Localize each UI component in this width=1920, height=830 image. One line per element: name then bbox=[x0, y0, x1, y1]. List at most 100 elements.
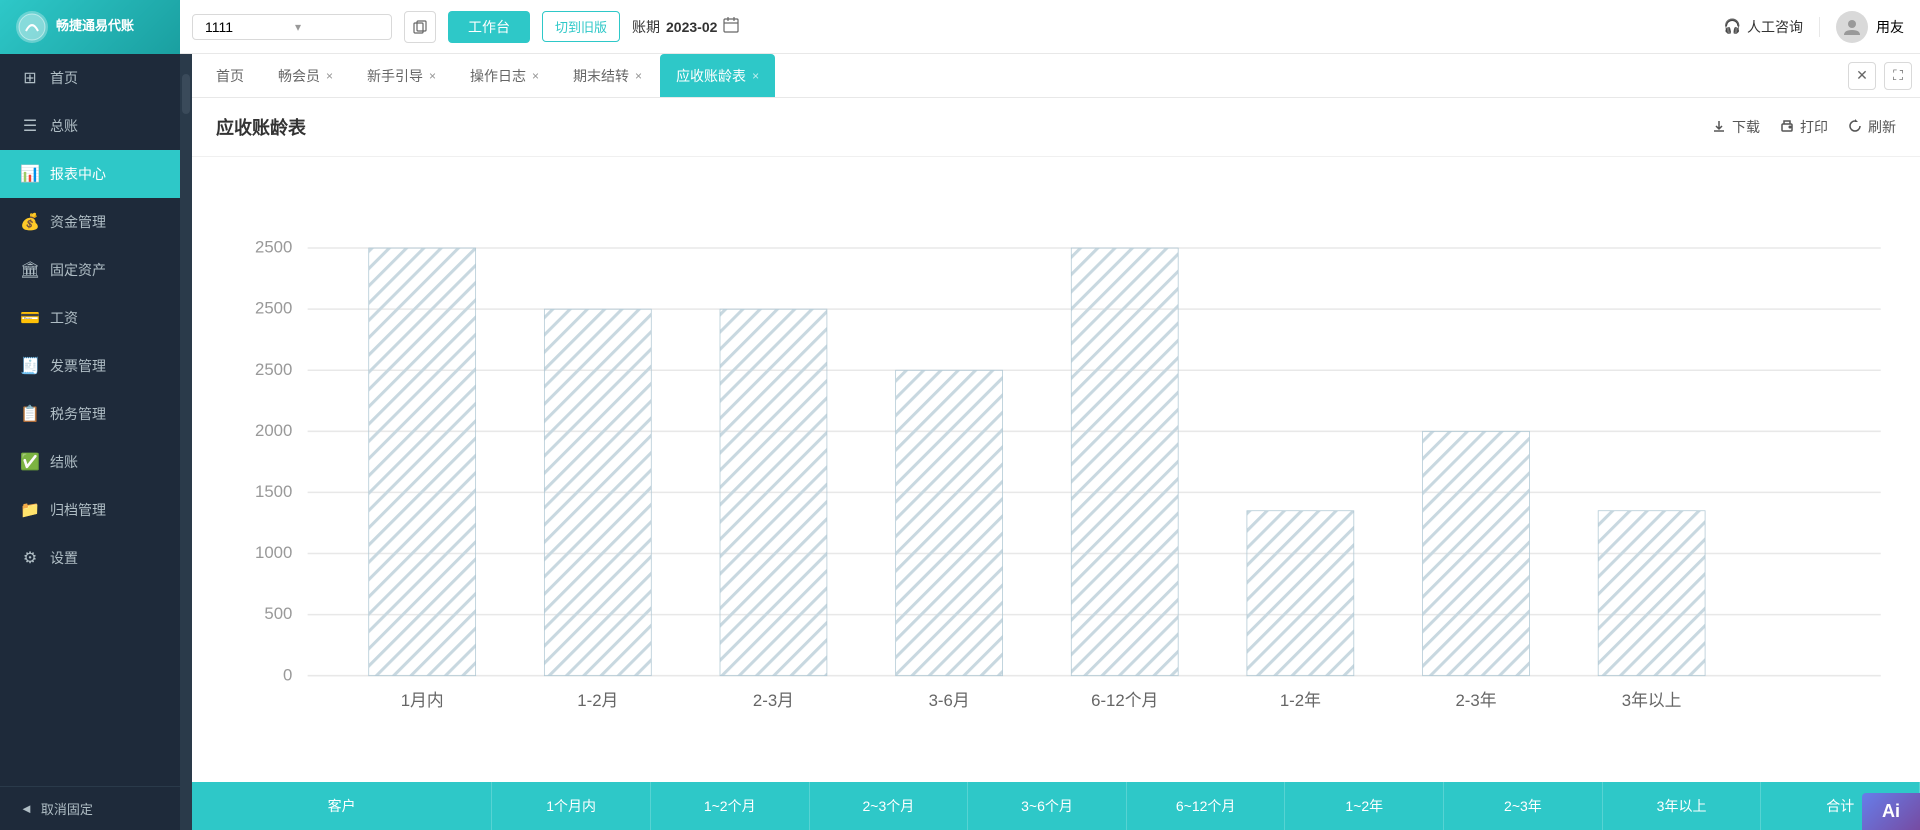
sidebar-item-archive[interactable]: 📁 归档管理 bbox=[0, 486, 180, 534]
tab-aging[interactable]: 应收账龄表 × bbox=[660, 54, 775, 97]
svg-text:6-12个月: 6-12个月 bbox=[1091, 691, 1158, 710]
page-header: 应收账龄表 下载 bbox=[192, 98, 1920, 157]
page-actions: 下载 打印 bbox=[1712, 117, 1896, 137]
sidebar-item-invoice[interactable]: 🧾 发票管理 bbox=[0, 342, 180, 390]
sidebar-icon-settle: ✅ bbox=[20, 452, 40, 472]
avatar bbox=[1836, 11, 1868, 43]
tab-close-member[interactable]: × bbox=[326, 69, 333, 83]
scroll-thumb bbox=[182, 74, 190, 114]
close-all-button[interactable]: ✕ bbox=[1848, 62, 1876, 90]
refresh-label: 刷新 bbox=[1868, 117, 1896, 137]
page-content: 应收账龄表 下载 bbox=[192, 98, 1920, 830]
sidebar-label-invoice: 发票管理 bbox=[50, 356, 106, 376]
pin-icon: ◄ bbox=[20, 801, 33, 816]
tab-member[interactable]: 畅会员 × bbox=[262, 54, 349, 97]
company-name: 1111 bbox=[205, 19, 289, 35]
sidebar-item-funds[interactable]: 💰资金管理 bbox=[0, 198, 180, 246]
table-header-col-8: 3年以上 bbox=[1603, 782, 1762, 830]
svg-text:1月内: 1月内 bbox=[401, 691, 444, 710]
username: 用友 bbox=[1876, 17, 1904, 37]
top-header: 畅捷通易代账 1111 ▾ 工作台 切到旧版 账期 2023-02 🎧 人工咨询 bbox=[0, 0, 1920, 54]
sidebar-item-ledger[interactable]: ☰总账 bbox=[0, 102, 180, 150]
logo-icon bbox=[16, 11, 48, 43]
sidebar-label-ledger: 总账 bbox=[50, 116, 78, 136]
sidebar-label-assets: 固定资产 bbox=[50, 260, 106, 280]
refresh-button[interactable]: 刷新 bbox=[1848, 117, 1896, 137]
svg-text:2-3年: 2-3年 bbox=[1455, 691, 1496, 710]
tab-guide[interactable]: 新手引导 × bbox=[351, 54, 452, 97]
tab-label-log: 操作日志 bbox=[470, 66, 526, 86]
expand-button[interactable]: ⛶ bbox=[1884, 62, 1912, 90]
sidebar-label-salary: 工资 bbox=[50, 308, 78, 328]
period-value: 2023-02 bbox=[666, 19, 717, 35]
sidebar-label-funds: 资金管理 bbox=[50, 212, 106, 232]
ai-badge[interactable]: Ai bbox=[1862, 793, 1920, 830]
right-actions: 🎧 人工咨询 用友 bbox=[1724, 11, 1904, 43]
svg-text:500: 500 bbox=[264, 604, 292, 623]
sidebar-item-salary[interactable]: 💳 工资 bbox=[0, 294, 180, 342]
tab-period-end[interactable]: 期末结转× bbox=[557, 54, 658, 97]
chart-container: 2500 2500 2500 2000 1500 1000 500 0 bbox=[192, 157, 1920, 782]
sidebar-icon-assets: 🏛 bbox=[20, 260, 40, 280]
svg-text:1500: 1500 bbox=[255, 482, 292, 501]
print-button[interactable]: 打印 bbox=[1780, 117, 1828, 137]
sidebar-label-archive: 归档管理 bbox=[50, 500, 106, 520]
tab-label-aging: 应收账龄表 bbox=[676, 66, 746, 86]
svg-text:2000: 2000 bbox=[255, 421, 292, 440]
sidebar-item-settings[interactable]: ⚙设置 bbox=[0, 534, 180, 582]
tab-close-aging[interactable]: × bbox=[752, 69, 759, 83]
table-header-col-5: 6~12个月 bbox=[1127, 782, 1286, 830]
svg-text:1000: 1000 bbox=[255, 543, 292, 562]
table-header-col-4: 3~6个月 bbox=[968, 782, 1127, 830]
svg-text:3年以上: 3年以上 bbox=[1622, 691, 1682, 710]
sidebar-footer[interactable]: ◄ 取消固定 bbox=[0, 786, 180, 830]
tab-home[interactable]: 首页 bbox=[200, 54, 260, 97]
svg-text:2500: 2500 bbox=[255, 360, 292, 379]
table-header-col-1: 1个月内 bbox=[492, 782, 651, 830]
sidebar-item-settle[interactable]: ✅ 结账 bbox=[0, 438, 180, 486]
svg-text:2-3月: 2-3月 bbox=[753, 691, 794, 710]
period-label: 账期 bbox=[632, 17, 660, 37]
company-selector[interactable]: 1111 ▾ bbox=[192, 14, 392, 40]
tab-close-period-end[interactable]: × bbox=[635, 69, 642, 83]
tab-close-guide[interactable]: × bbox=[429, 69, 436, 83]
copy-icon[interactable] bbox=[404, 11, 436, 43]
tab-label-guide: 新手引导 bbox=[367, 66, 423, 86]
sidebar-label-reports: 报表中心 bbox=[50, 164, 106, 184]
tab-close-log[interactable]: × bbox=[532, 69, 539, 83]
consult-button[interactable]: 🎧 人工咨询 bbox=[1724, 17, 1803, 37]
scroll-indicator[interactable] bbox=[180, 54, 192, 830]
svg-text:2500: 2500 bbox=[255, 299, 292, 318]
sidebar-icon-home: ⊞ bbox=[20, 68, 40, 88]
cancel-fixed-label: 取消固定 bbox=[41, 799, 93, 818]
table-header-col-3: 2~3个月 bbox=[810, 782, 969, 830]
download-button[interactable]: 下载 bbox=[1712, 117, 1760, 137]
sidebar-icon-salary: 💳 bbox=[20, 308, 40, 328]
tab-label-member: 畅会员 bbox=[278, 66, 320, 86]
workbench-button[interactable]: 工作台 bbox=[448, 11, 530, 43]
switch-version-button[interactable]: 切到旧版 bbox=[542, 11, 620, 42]
sidebar-label-settings: 设置 bbox=[50, 548, 78, 568]
sidebar-label-home: 首页 bbox=[50, 68, 78, 88]
print-label: 打印 bbox=[1800, 117, 1828, 137]
sidebar-item-home[interactable]: ⊞ 首页 bbox=[0, 54, 180, 102]
calendar-icon[interactable] bbox=[723, 17, 739, 36]
sidebar-icon-archive: 📁 bbox=[20, 500, 40, 520]
sidebar-icon-invoice: 🧾 bbox=[20, 356, 40, 376]
sidebar-item-reports[interactable]: 📊报表中心 bbox=[0, 150, 180, 198]
bar-chart: 2500 2500 2500 2000 1500 1000 500 0 bbox=[216, 173, 1896, 766]
main-layout: ⊞ 首页 ☰总账📊报表中心💰资金管理 🏛 固定资产 💳 工资 🧾 发票管理 📋税务管理 ✅ 结账 📁 归档… bbox=[0, 54, 1920, 830]
period-area: 账期 2023-02 bbox=[632, 17, 739, 37]
sidebar: ⊞ 首页 ☰总账📊报表中心💰资金管理 🏛 固定资产 💳 工资 🧾 发票管理 📋税务管理 ✅ 结账 📁 归档… bbox=[0, 54, 180, 830]
content-area: 首页畅会员×新手引导×操作日志×期末结转×应收账龄表× ✕ ⛶ 应收账龄表 bbox=[192, 54, 1920, 830]
tab-log[interactable]: 操作日志 × bbox=[454, 54, 555, 97]
sidebar-label-settle: 结账 bbox=[50, 452, 78, 472]
sidebar-label-tax: 税务管理 bbox=[50, 404, 106, 424]
svg-text:2500: 2500 bbox=[255, 238, 292, 257]
consult-label: 人工咨询 bbox=[1747, 17, 1803, 37]
sidebar-item-tax[interactable]: 📋税务管理 bbox=[0, 390, 180, 438]
tab-bar-right: ✕ ⛶ bbox=[1848, 54, 1912, 97]
user-area[interactable]: 用友 bbox=[1836, 11, 1904, 43]
refresh-icon bbox=[1848, 119, 1862, 136]
sidebar-item-assets[interactable]: 🏛 固定资产 bbox=[0, 246, 180, 294]
